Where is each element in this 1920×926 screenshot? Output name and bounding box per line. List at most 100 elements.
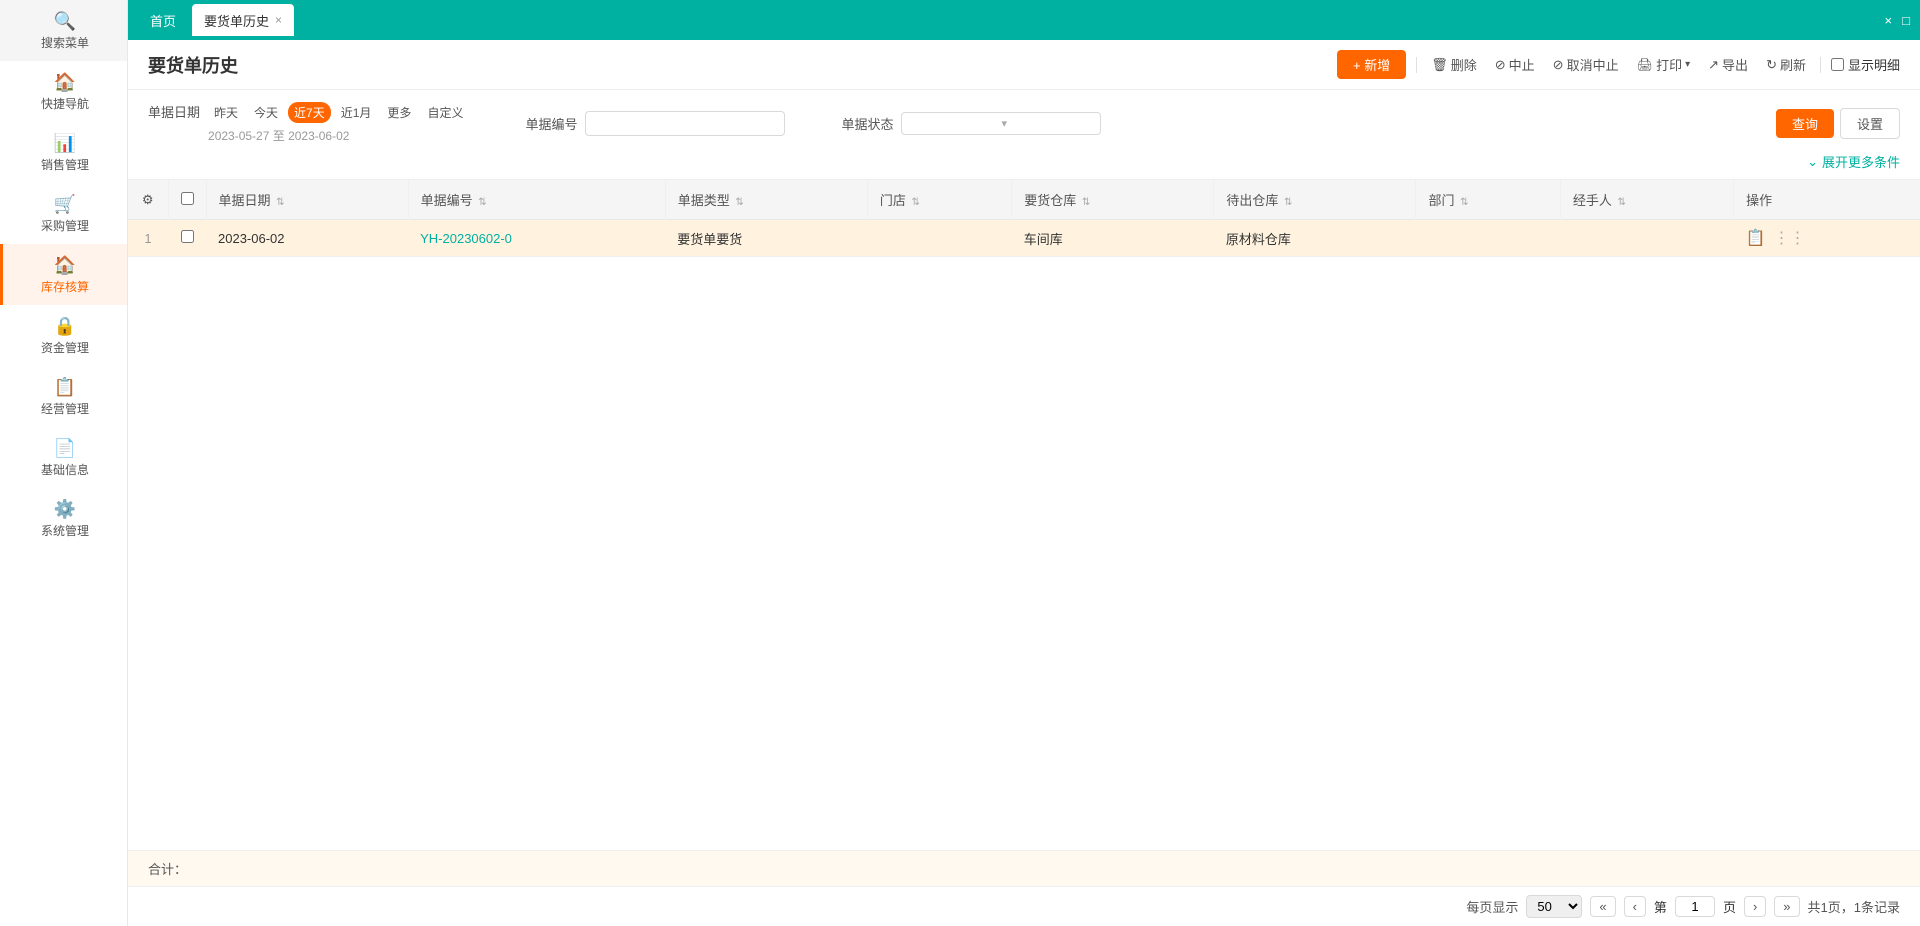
select-all-checkbox[interactable] <box>181 192 194 205</box>
refresh-label: 刷新 <box>1780 55 1806 74</box>
col-order-no: 单据编号 ⇅ <box>408 180 665 220</box>
inventory-icon: 🏠 <box>54 256 76 274</box>
next-page-btn[interactable]: › <box>1744 896 1766 917</box>
expand-row: ⌄ 展开更多条件 <box>148 152 1900 171</box>
page-size-label: 每页显示 <box>1466 897 1518 916</box>
cancel-stop-button[interactable]: ⊘ 取消中止 <box>1549 53 1623 76</box>
print-button[interactable]: 🖨 打印 ▾ <box>1633 53 1695 76</box>
col-pending-warehouse: 待出仓库 ⇅ <box>1214 180 1416 220</box>
query-button[interactable]: 查询 <box>1776 109 1834 138</box>
filter-row-1: 单据日期 昨天 今天 近7天 近1月 更多 自定义 2023-05-27 至 2… <box>148 102 1900 144</box>
operations-mgmt-icon: 📋 <box>54 378 76 396</box>
tab-close-icon[interactable]: × <box>275 13 282 27</box>
main-area: 首页 要货单历史 × × □ 要货单历史 + 新增 🗑 删除 ⊘ <box>128 0 1920 926</box>
export-button[interactable]: ↗ 导出 <box>1704 53 1752 76</box>
sort-order-type-icon[interactable]: ⇅ <box>735 197 743 208</box>
finance-mgmt-icon: 🔒 <box>54 317 76 335</box>
sort-store-icon[interactable]: ⇅ <box>911 197 919 208</box>
export-label: 导出 <box>1722 55 1748 74</box>
delete-label: 删除 <box>1451 55 1477 74</box>
last-page-btn[interactable]: » <box>1774 896 1799 917</box>
date-filter-label: 单据日期 <box>148 102 200 121</box>
display-detail-checkbox[interactable]: 显示明细 <box>1831 55 1900 74</box>
topbar: 首页 要货单历史 × × □ <box>128 0 1920 40</box>
sidebar-item-search-menu[interactable]: 🔍 搜索菜单 <box>0 0 127 61</box>
sort-order-no-icon[interactable]: ⇅ <box>478 197 486 208</box>
cancel-stop-label: 取消中止 <box>1567 55 1619 74</box>
page-goto-label: 第 <box>1654 897 1667 916</box>
delete-icon: 🗑 <box>1431 57 1448 73</box>
status-select[interactable]: ▾ <box>901 112 1101 135</box>
row-order-no: YH-20230602-0 <box>408 220 665 257</box>
toolbar: + 新增 🗑 删除 ⊘ 中止 ⊘ 取消中止 🖨 打印 ▾ <box>1337 50 1900 79</box>
date-last-month-btn[interactable]: 近1月 <box>335 102 378 123</box>
col-order-type: 单据类型 ⇅ <box>665 180 867 220</box>
sort-date-icon[interactable]: ⇅ <box>276 197 284 208</box>
date-custom-btn[interactable]: 自定义 <box>421 102 469 123</box>
row-index: 1 <box>128 220 168 257</box>
sidebar-item-basic-info-label: 基础信息 <box>41 461 89 478</box>
sidebar-item-inventory[interactable]: 🏠 库存核算 <box>0 244 127 305</box>
sort-department-icon[interactable]: ⇅ <box>1460 197 1468 208</box>
sort-pending-warehouse-icon[interactable]: ⇅ <box>1284 197 1292 208</box>
expand-more-btn[interactable]: ⌄ 展开更多条件 <box>1807 152 1900 171</box>
settings-button[interactable]: 设置 <box>1840 108 1900 139</box>
purchase-mgmt-icon: 🛒 <box>54 195 76 213</box>
col-settings[interactable]: ⚙ <box>128 180 168 220</box>
row-order-no-link[interactable]: YH-20230602-0 <box>420 231 512 246</box>
sidebar-item-operations-mgmt-label: 经营管理 <box>41 400 89 417</box>
sidebar-item-inventory-label: 库存核算 <box>41 278 89 295</box>
date-last7-btn[interactable]: 近7天 <box>288 102 331 123</box>
tab-active-label: 要货单历史 <box>204 11 269 30</box>
stop-button[interactable]: ⊘ 中止 <box>1491 53 1539 76</box>
refresh-icon: ↻ <box>1766 57 1777 73</box>
status-filter-label: 单据状态 <box>841 114 893 133</box>
date-more-btn[interactable]: 更多 <box>381 102 417 123</box>
tab-home[interactable]: 首页 <box>138 4 188 36</box>
col-department: 部门 ⇅ <box>1416 180 1560 220</box>
divider-1 <box>1416 57 1417 73</box>
col-req-warehouse: 要货仓库 ⇅ <box>1012 180 1214 220</box>
tab-active[interactable]: 要货单历史 × <box>192 4 294 36</box>
row-more-icon[interactable]: ⋮⋮ <box>1773 228 1805 248</box>
sidebar-item-sales-mgmt[interactable]: 📊 销售管理 <box>0 122 127 183</box>
date-range-btns: 昨天 今天 近7天 近1月 更多 自定义 <box>208 102 469 123</box>
page-input[interactable] <box>1675 896 1715 917</box>
order-no-filter-label: 单据编号 <box>525 114 577 133</box>
search-menu-icon: 🔍 <box>54 12 76 30</box>
display-detail-input[interactable] <box>1831 58 1844 71</box>
topbar-right: × □ <box>1885 13 1910 28</box>
sidebar-item-operations-mgmt[interactable]: 📋 经营管理 <box>0 366 127 427</box>
sidebar-item-purchase-mgmt[interactable]: 🛒 采购管理 <box>0 183 127 244</box>
sidebar-item-quick-nav[interactable]: 🏠 快捷导航 <box>0 61 127 122</box>
first-page-btn[interactable]: « <box>1590 896 1615 917</box>
display-detail-label: 显示明细 <box>1848 55 1900 74</box>
col-date: 单据日期 ⇅ <box>206 180 408 220</box>
topbar-minimize-btn[interactable]: □ <box>1902 13 1910 28</box>
page-size-select[interactable]: 10 20 50 100 <box>1526 895 1582 918</box>
sidebar-item-basic-info[interactable]: 📄 基础信息 <box>0 427 127 488</box>
col-store: 门店 ⇅ <box>867 180 1011 220</box>
page-title: 要货单历史 <box>148 52 238 78</box>
topbar-close-btn[interactable]: × <box>1885 13 1893 28</box>
sidebar-item-finance-mgmt-label: 资金管理 <box>41 339 89 356</box>
total-label: 合计： <box>148 859 187 878</box>
row-req-warehouse: 车间库 <box>1012 220 1214 257</box>
col-action: 操作 <box>1734 180 1920 220</box>
sidebar-item-search-menu-label: 搜索菜单 <box>41 34 89 51</box>
sort-req-warehouse-icon[interactable]: ⇅ <box>1082 197 1090 208</box>
add-button[interactable]: + 新增 <box>1337 50 1406 79</box>
sidebar-item-system-mgmt[interactable]: ⚙️ 系统管理 <box>0 488 127 549</box>
prev-page-btn[interactable]: ‹ <box>1624 896 1646 917</box>
page-header: 要货单历史 + 新增 🗑 删除 ⊘ 中止 ⊘ 取消中止 🖨 打 <box>128 40 1920 90</box>
delete-button[interactable]: 🗑 删除 <box>1427 53 1481 76</box>
sort-handler-icon[interactable]: ⇅ <box>1617 197 1625 208</box>
refresh-button[interactable]: ↻ 刷新 <box>1762 53 1810 76</box>
date-yesterday-btn[interactable]: 昨天 <box>208 102 244 123</box>
sidebar-item-finance-mgmt[interactable]: 🔒 资金管理 <box>0 305 127 366</box>
row-checkbox[interactable] <box>181 230 194 243</box>
date-today-btn[interactable]: 今天 <box>248 102 284 123</box>
row-view-icon[interactable]: 📋 <box>1746 228 1766 248</box>
order-no-input[interactable] <box>585 111 785 136</box>
row-store <box>867 220 1011 257</box>
